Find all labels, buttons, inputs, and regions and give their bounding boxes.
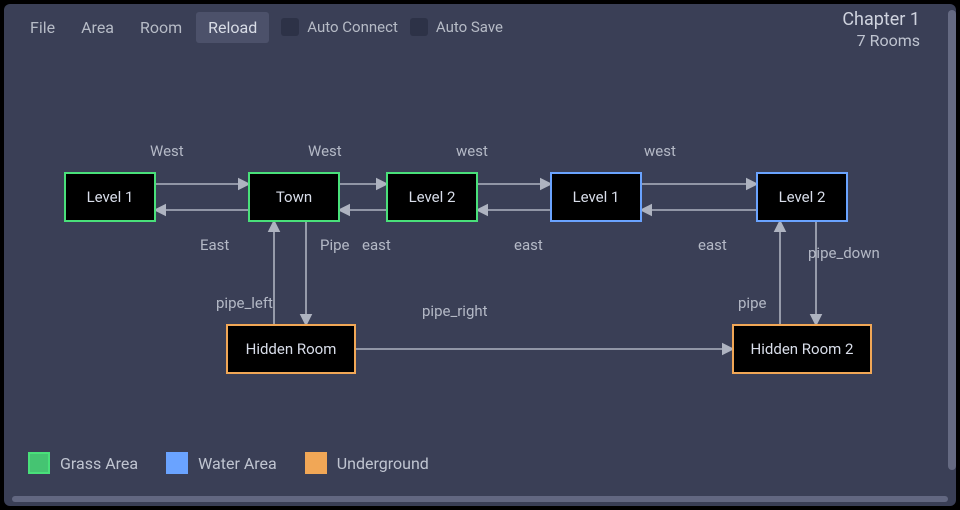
node-water-level1[interactable]: Level 1 — [550, 172, 642, 222]
legend-grass: Grass Area — [28, 452, 138, 474]
legend-under: Underground — [305, 452, 429, 474]
edge-label: Pipe — [320, 236, 350, 254]
edge-label: pipe_down — [808, 244, 880, 262]
vertical-scrollbar[interactable] — [948, 10, 956, 470]
node-grass-town[interactable]: Town — [248, 172, 340, 222]
node-hidden-room[interactable]: Hidden Room — [226, 324, 356, 374]
edge-label: west — [456, 142, 488, 160]
app-window: File Area Room Reload Auto Connect Auto … — [4, 4, 956, 506]
node-label: Level 1 — [573, 188, 620, 206]
node-label: Level 2 — [409, 188, 456, 206]
edge-label: east — [362, 236, 391, 254]
legend-water: Water Area — [166, 452, 277, 474]
edge-label: west — [644, 142, 676, 160]
edge-label: West — [150, 142, 184, 160]
node-label: Level 2 — [779, 188, 826, 206]
node-grass-level1[interactable]: Level 1 — [64, 172, 156, 222]
node-label: Hidden Room 2 — [751, 340, 854, 358]
edge-label: West — [308, 142, 342, 160]
legend-label: Grass Area — [60, 454, 138, 473]
swatch-icon — [305, 452, 327, 474]
node-hidden-room2[interactable]: Hidden Room 2 — [732, 324, 872, 374]
edge-label: pipe — [738, 294, 766, 312]
edge-label: East — [200, 236, 229, 254]
horizontal-scrollbar[interactable] — [12, 496, 948, 502]
node-label: Hidden Room — [246, 340, 337, 358]
edge-label: east — [514, 236, 543, 254]
node-label: Level 1 — [87, 188, 134, 206]
edge-label: pipe_right — [422, 302, 488, 320]
node-label: Town — [276, 188, 312, 206]
map-canvas[interactable]: Level 1 Town Level 2 Level 1 Level 2 Hid… — [4, 4, 956, 506]
legend: Grass Area Water Area Underground — [28, 452, 429, 474]
legend-label: Water Area — [198, 454, 277, 473]
node-grass-level2[interactable]: Level 2 — [386, 172, 478, 222]
edge-label: east — [698, 236, 727, 254]
swatch-icon — [166, 452, 188, 474]
edge-label: pipe_left — [216, 294, 273, 312]
legend-label: Underground — [337, 454, 429, 473]
node-water-level2[interactable]: Level 2 — [756, 172, 848, 222]
swatch-icon — [28, 452, 50, 474]
